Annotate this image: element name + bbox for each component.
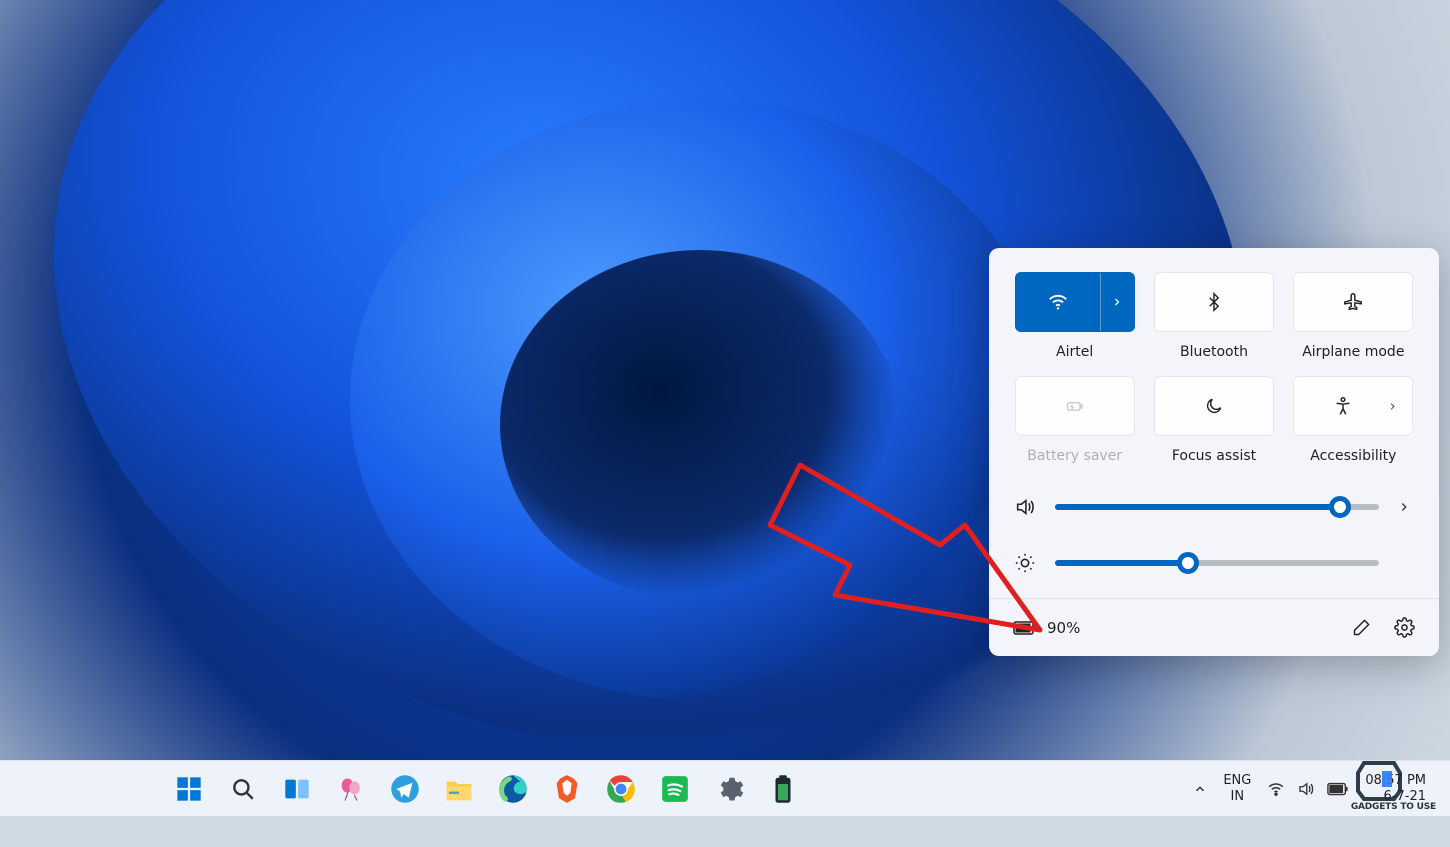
taskbar-app-settings[interactable] <box>710 770 748 808</box>
volume-slider[interactable] <box>1055 504 1379 510</box>
wifi-label: Airtel <box>1056 344 1093 360</box>
task-view-button[interactable] <box>278 770 316 808</box>
taskbar-app-edge[interactable] <box>494 770 532 808</box>
show-hidden-icons-button[interactable] <box>1193 782 1207 796</box>
volume-slider-row <box>1013 496 1415 518</box>
bluetooth-toggle[interactable] <box>1154 272 1274 332</box>
taskbar-app-file-explorer[interactable] <box>440 770 478 808</box>
taskbar-app-telegram[interactable] <box>386 770 424 808</box>
airplane-label: Airplane mode <box>1302 344 1404 360</box>
watermark: GADGETS TO USE <box>1351 752 1436 812</box>
chevron-right-icon <box>1111 296 1123 308</box>
chevron-right-icon[interactable] <box>1387 401 1398 412</box>
focus-assist-label: Focus assist <box>1172 448 1256 464</box>
taskbar-app-brave[interactable] <box>548 770 586 808</box>
wifi-tray-icon <box>1267 780 1285 798</box>
taskbar-app-battery[interactable] <box>764 770 802 808</box>
wifi-icon <box>1047 291 1069 313</box>
brightness-icon <box>1013 552 1037 574</box>
taskbar-app-spotify[interactable] <box>656 770 694 808</box>
accessibility-label: Accessibility <box>1310 448 1396 464</box>
system-tray[interactable] <box>1267 780 1349 798</box>
language-top: ENG <box>1223 773 1251 789</box>
battery-tray-icon <box>1327 782 1349 796</box>
bluetooth-label: Bluetooth <box>1180 344 1248 360</box>
taskbar-app-balloons[interactable] <box>332 770 370 808</box>
taskbar-app-chrome[interactable] <box>602 770 640 808</box>
battery-icon <box>1013 620 1037 636</box>
battery-saver-icon <box>1063 396 1087 416</box>
language-bottom: IN <box>1223 789 1251 805</box>
accessibility-toggle[interactable] <box>1293 376 1413 436</box>
accessibility-icon <box>1332 395 1354 417</box>
settings-button[interactable] <box>1394 617 1415 638</box>
language-indicator[interactable]: ENG IN <box>1223 773 1251 804</box>
brightness-slider-row <box>1013 552 1415 574</box>
quick-settings-panel: Airtel Bluetooth Airplane mode <box>989 248 1439 656</box>
battery-percent-text: 90% <box>1047 619 1080 637</box>
wifi-expand-button[interactable] <box>1100 273 1134 331</box>
bluetooth-icon <box>1204 292 1224 312</box>
focus-assist-toggle[interactable] <box>1154 376 1274 436</box>
wifi-toggle[interactable] <box>1015 272 1135 332</box>
start-button[interactable] <box>170 770 208 808</box>
battery-saver-toggle <box>1015 376 1135 436</box>
taskbar: ENG IN 08:57 PM 6-7-21 <box>0 760 1450 816</box>
airplane-mode-toggle[interactable] <box>1293 272 1413 332</box>
airplane-icon <box>1342 291 1364 313</box>
battery-saver-label: Battery saver <box>1027 448 1122 464</box>
search-button[interactable] <box>224 770 262 808</box>
battery-status[interactable]: 90% <box>1013 619 1080 637</box>
moon-icon <box>1204 396 1224 416</box>
volume-tray-icon <box>1297 780 1315 798</box>
brightness-slider[interactable] <box>1055 560 1379 566</box>
volume-output-button[interactable] <box>1397 500 1415 514</box>
speaker-icon <box>1013 496 1037 518</box>
edit-quick-settings-button[interactable] <box>1352 617 1372 638</box>
